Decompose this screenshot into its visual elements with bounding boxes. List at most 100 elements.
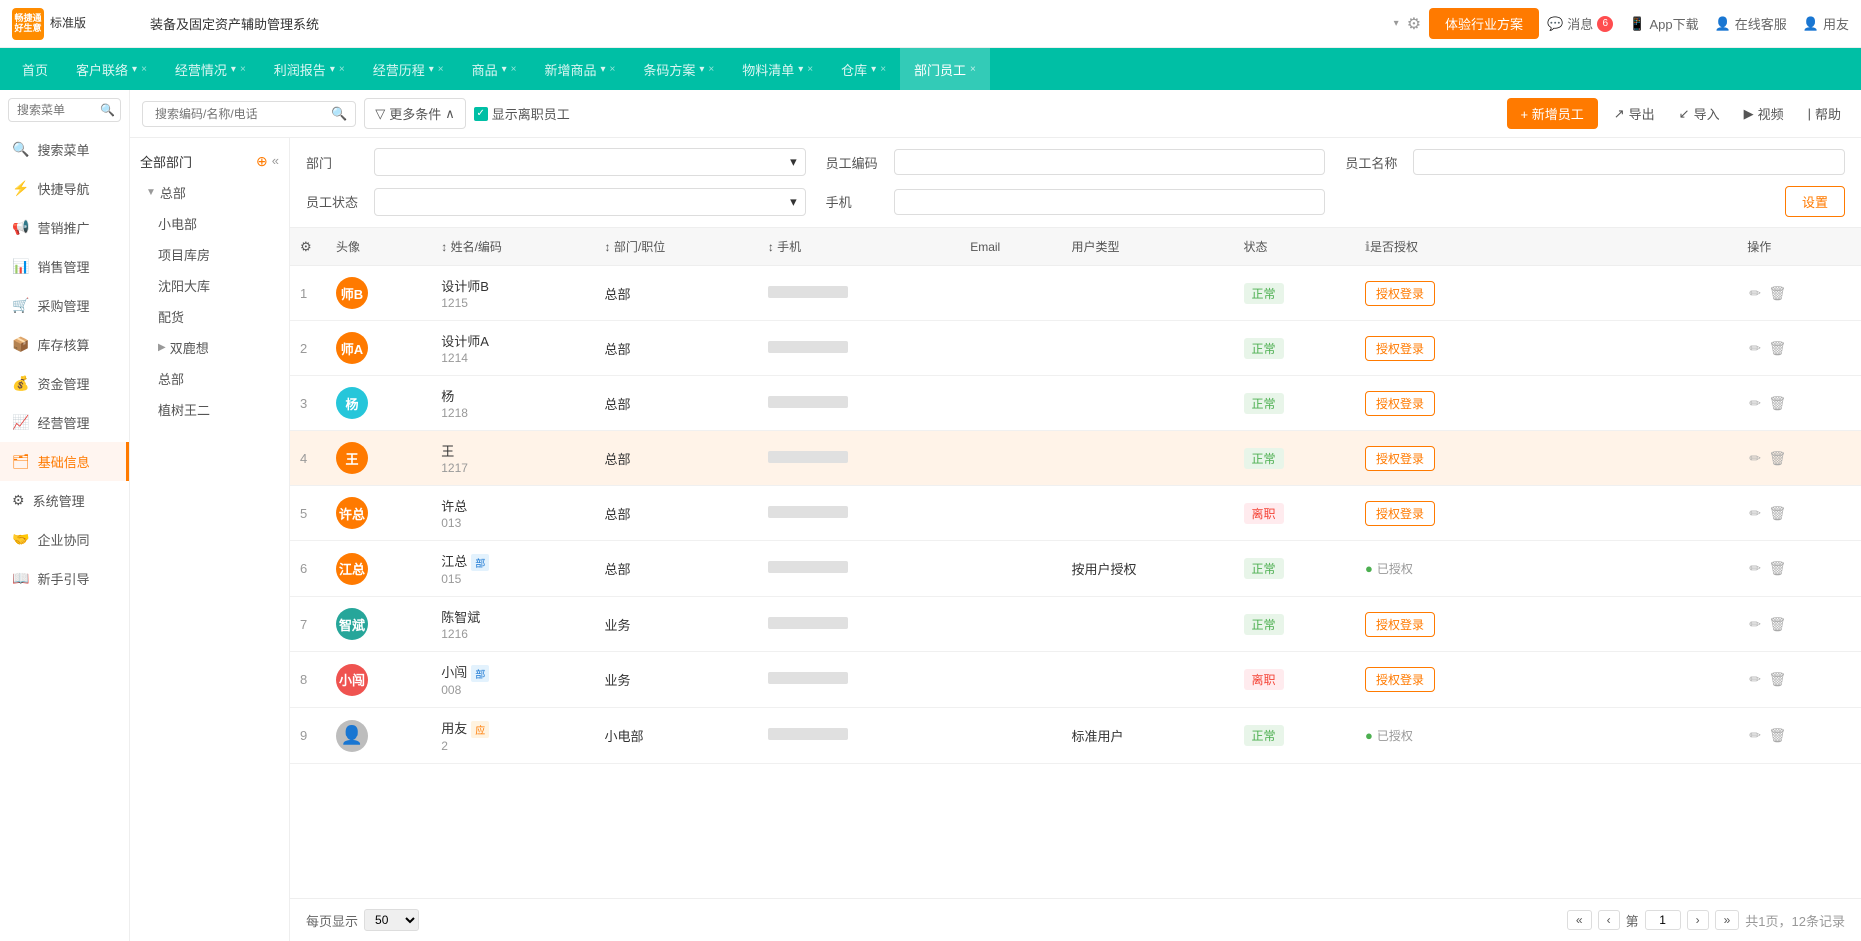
help-btn[interactable]: | 帮助 <box>1800 99 1849 128</box>
tab-customer[interactable]: 客户联络 ▾ × <box>62 48 161 90</box>
topbar-actions: 💬 消息 6 📱 App下载 👤 在线客服 👤 用友 <box>1547 14 1849 33</box>
edit-btn[interactable]: ✏ <box>1749 560 1761 576</box>
filter-phone-row: 手机 <box>826 186 1326 217</box>
delete-btn[interactable]: 🗑 <box>1769 450 1787 466</box>
tab-new-goods[interactable]: 新增商品 ▾ × <box>530 48 629 90</box>
export-btn[interactable]: ↗ 导出 <box>1606 99 1663 128</box>
tree-node-hq[interactable]: ▼ 总部 <box>130 177 289 208</box>
employee-code: 015 <box>441 572 461 586</box>
dept-select[interactable]: ▾ <box>374 148 806 176</box>
tab-bom[interactable]: 物料清单 ▾ × <box>728 48 827 90</box>
tree-node-small-elec[interactable]: 小电部 <box>130 208 289 239</box>
edit-btn[interactable]: ✏ <box>1749 285 1761 301</box>
sidebar-item-search[interactable]: 🔍搜索菜单 <box>0 130 129 169</box>
first-page-btn[interactable]: « <box>1567 910 1592 930</box>
auth-login-button[interactable]: 授权登录 <box>1365 667 1435 692</box>
user-type-cell: 标准用户 <box>1061 708 1233 764</box>
set-button[interactable]: 设置 <box>1785 186 1845 217</box>
auth-login-button[interactable]: 授权登录 <box>1365 336 1435 361</box>
auth-login-button[interactable]: 授权登录 <box>1365 501 1435 526</box>
prev-page-btn[interactable]: ‹ <box>1598 910 1620 930</box>
delete-btn[interactable]: 🗑 <box>1769 285 1787 301</box>
tab-profit[interactable]: 利润报告 ▾ × <box>260 48 359 90</box>
sidebar-item-manage[interactable]: 📈经营管理 <box>0 403 129 442</box>
view-btn[interactable]: ▶ 视频 <box>1736 99 1792 128</box>
table-row: 8小闯小闯部008业务离职授权登录 ✏ 🗑 <box>290 652 1861 708</box>
tree-node-delivery[interactable]: 配货 <box>130 301 289 332</box>
edit-btn[interactable]: ✏ <box>1749 671 1761 687</box>
phone-input[interactable] <box>894 189 1326 215</box>
sidebar-item-basic[interactable]: 🗂基础信息 <box>0 442 129 481</box>
add-employee-button[interactable]: + 新增员工 <box>1507 98 1598 129</box>
page-number-input[interactable] <box>1645 910 1681 930</box>
dept-tree-header[interactable]: 全部部门 ⊕ « <box>130 146 289 177</box>
auth-login-button[interactable]: 授权登录 <box>1365 446 1435 471</box>
tab-goods[interactable]: 商品 ▾ × <box>458 48 531 90</box>
add-dept-icon[interactable]: ⊕ <box>256 153 268 170</box>
tab-dept-staff[interactable]: 部门员工 × <box>900 48 990 90</box>
emp-code-input[interactable] <box>894 149 1326 175</box>
edit-btn[interactable]: ✏ <box>1749 340 1761 356</box>
collapse-icon[interactable]: « <box>272 153 279 170</box>
edit-btn[interactable]: ✏ <box>1749 505 1761 521</box>
edit-btn[interactable]: ✏ <box>1749 727 1761 743</box>
sidebar-item-sales[interactable]: 📊销售管理 <box>0 247 129 286</box>
tab-barcode[interactable]: 条码方案 ▾ × <box>629 48 728 90</box>
delete-btn[interactable]: 🗑 <box>1769 671 1787 687</box>
col-auth: ℹ是否授权 <box>1355 228 1537 266</box>
messages-btn[interactable]: 💬 消息 6 <box>1547 14 1613 33</box>
sidebar-item-stock[interactable]: 📦库存核算 <box>0 325 129 364</box>
tree-node-double-dream[interactable]: ▶ 双鹿想 <box>130 332 289 363</box>
tab-warehouse[interactable]: 仓库 ▾ × <box>827 48 900 90</box>
search-input[interactable] <box>151 102 331 126</box>
delete-btn[interactable]: 🗑 <box>1769 395 1787 411</box>
sidebar-item-corp[interactable]: 🤝企业协同 <box>0 520 129 559</box>
edit-btn[interactable]: ✏ <box>1749 616 1761 632</box>
delete-btn[interactable]: 🗑 <box>1769 340 1787 356</box>
tree-node-project[interactable]: 项目库房 <box>130 239 289 270</box>
emp-status-select[interactable]: ▾ <box>374 188 806 216</box>
auth-login-button[interactable]: 授权登录 <box>1365 612 1435 637</box>
sidebar-item-finance[interactable]: 💰资金管理 <box>0 364 129 403</box>
edit-btn[interactable]: ✏ <box>1749 450 1761 466</box>
delete-btn[interactable]: 🗑 <box>1769 616 1787 632</box>
emp-name-input[interactable] <box>1413 149 1845 175</box>
name-tag: 部 <box>471 554 489 571</box>
app-download-btn[interactable]: 📱 App下载 <box>1629 14 1698 33</box>
delete-btn[interactable]: 🗑 <box>1769 560 1787 576</box>
tree-node-seedling[interactable]: 植树王二 <box>130 394 289 425</box>
sidebar-item-marketing[interactable]: 📢营销推广 <box>0 208 129 247</box>
employee-name: 江总 <box>441 554 467 569</box>
dept-cell: 总部 <box>595 431 758 486</box>
tab-history[interactable]: 经营历程 ▾ × <box>359 48 458 90</box>
user-type-cell <box>1061 431 1233 486</box>
import-btn[interactable]: ↙ 导入 <box>1671 99 1728 128</box>
tab-business[interactable]: 经营情况 ▾ × <box>161 48 260 90</box>
settings-col-icon[interactable]: ⚙ <box>300 239 312 254</box>
edit-btn[interactable]: ✏ <box>1749 395 1761 411</box>
tree-node-general-hq[interactable]: 总部 <box>130 363 289 394</box>
config-icon[interactable]: ⚙ <box>1407 14 1421 34</box>
sidebar-item-purchase[interactable]: 🛒采购管理 <box>0 286 129 325</box>
show-resigned-toggle[interactable]: ✓ 显示离职员工 <box>474 104 570 123</box>
tree-node-shenyang[interactable]: 沈阳大库 <box>130 270 289 301</box>
tab-home[interactable]: 首页 <box>8 48 62 90</box>
page-size-select[interactable]: 50 20 100 <box>364 909 419 931</box>
last-page-btn[interactable]: » <box>1715 910 1740 930</box>
more-filter-btn[interactable]: ▽ 更多条件 ∧ <box>364 98 466 129</box>
auth-login-button[interactable]: 授权登录 <box>1365 391 1435 416</box>
user-btn[interactable]: 👤 用友 <box>1803 14 1849 33</box>
avatar: 许总 <box>336 497 368 529</box>
sidebar-item-guide[interactable]: 📖新手引导 <box>0 559 129 598</box>
trial-button[interactable]: 体验行业方案 <box>1429 8 1539 39</box>
delete-btn[interactable]: 🗑 <box>1769 505 1787 521</box>
sidebar-item-system[interactable]: ⚙系统管理 <box>0 481 129 520</box>
delete-btn[interactable]: 🗑 <box>1769 727 1787 743</box>
sidebar-item-quick-nav[interactable]: ⚡快捷导航 <box>0 169 129 208</box>
system-title-dropdown[interactable]: ▾ <box>1394 18 1399 29</box>
auth-login-button[interactable]: 授权登录 <box>1365 281 1435 306</box>
status-badge: 正常 <box>1244 725 1284 746</box>
online-service-btn[interactable]: 👤 在线客服 <box>1715 14 1787 33</box>
employee-name: 杨 <box>441 389 454 404</box>
next-page-btn[interactable]: › <box>1687 910 1709 930</box>
